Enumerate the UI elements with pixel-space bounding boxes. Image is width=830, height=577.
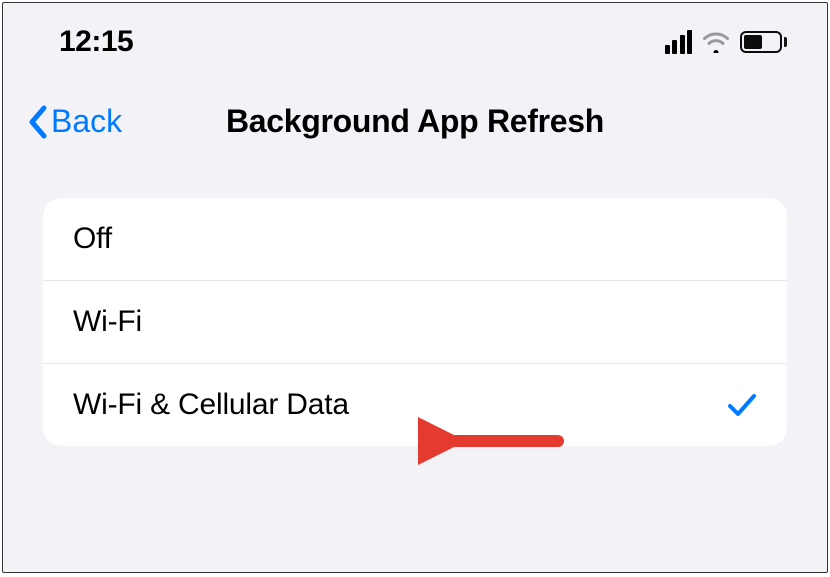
status-icons: [665, 30, 788, 54]
option-wifi-cellular[interactable]: Wi-Fi & Cellular Data: [43, 363, 787, 446]
options-list: Off Wi-Fi Wi-Fi & Cellular Data: [43, 198, 787, 446]
option-label: Wi-Fi: [73, 305, 142, 339]
status-bar: 12:15: [3, 3, 827, 73]
option-label: Wi-Fi & Cellular Data: [73, 388, 349, 422]
wifi-icon: [702, 31, 730, 53]
status-time: 12:15: [59, 25, 133, 59]
back-label: Back: [51, 103, 122, 140]
checkmark-icon: [727, 392, 757, 418]
option-label: Off: [73, 222, 112, 256]
option-wifi[interactable]: Wi-Fi: [43, 280, 787, 363]
chevron-left-icon: [27, 105, 49, 139]
navigation-bar: Back Background App Refresh: [3, 73, 827, 170]
back-button[interactable]: Back: [27, 103, 122, 140]
battery-icon: [740, 31, 787, 53]
option-off[interactable]: Off: [43, 198, 787, 280]
page-title: Background App Refresh: [226, 103, 604, 140]
cellular-signal-icon: [665, 30, 693, 54]
